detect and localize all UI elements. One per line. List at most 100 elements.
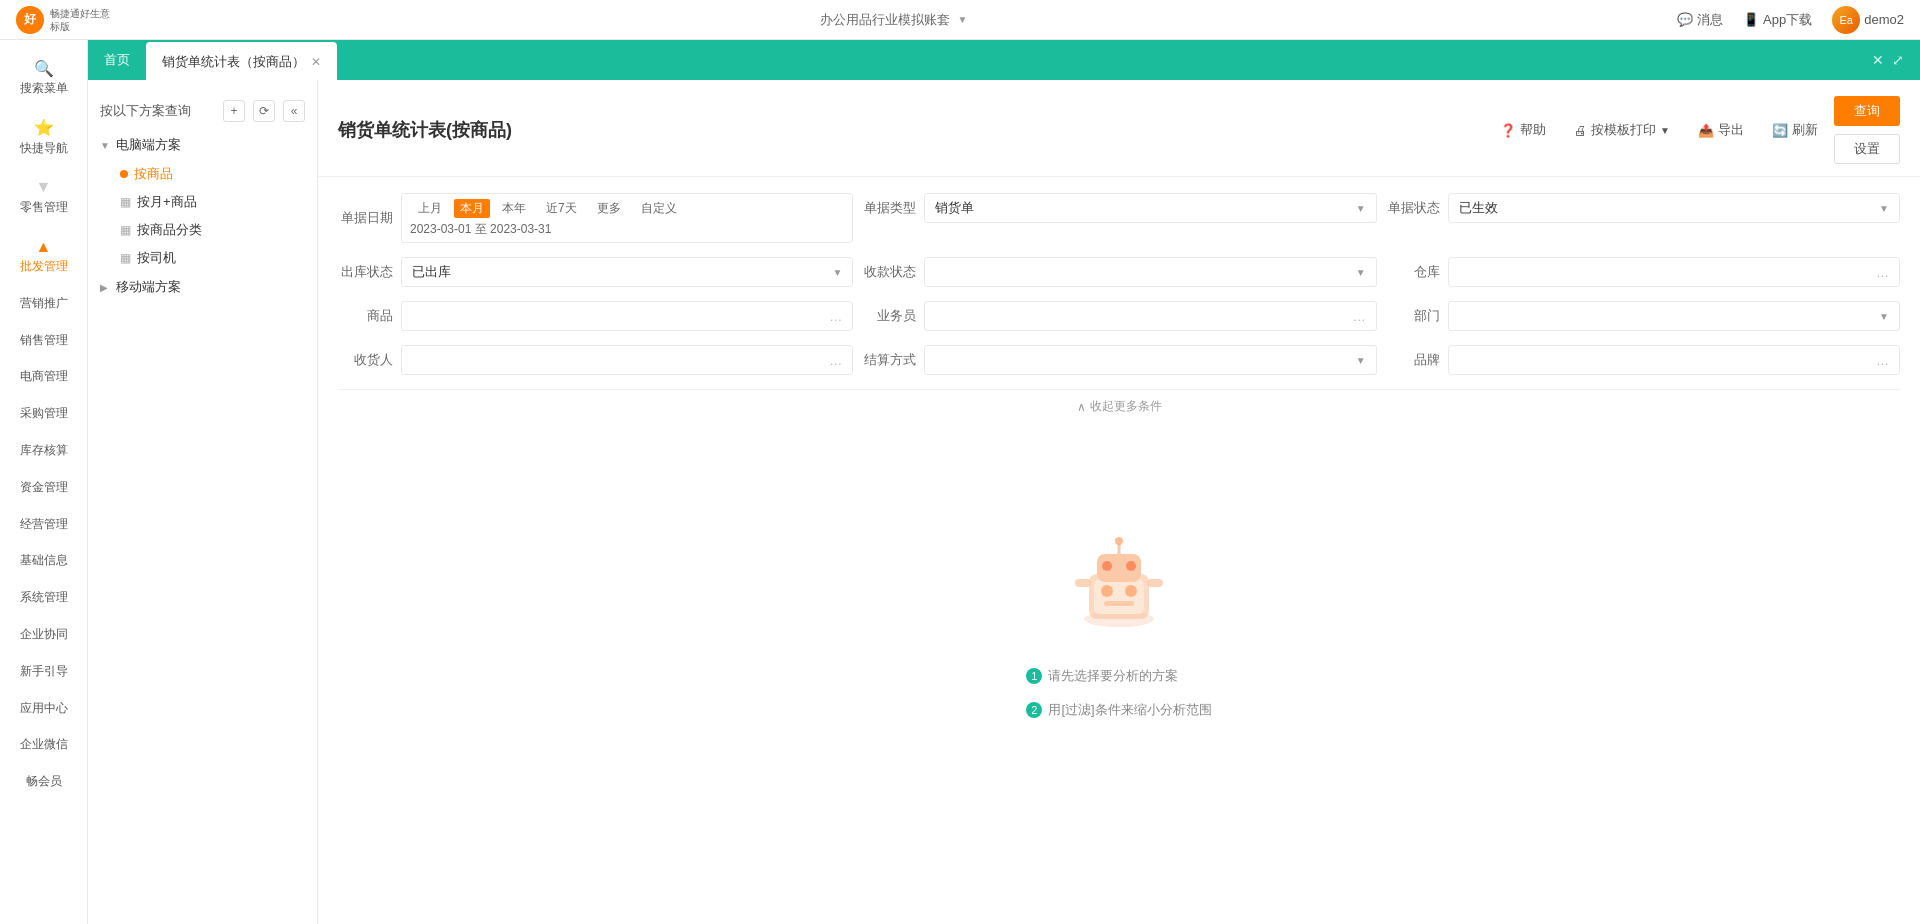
company-dropdown-arrow[interactable]: ▼: [958, 14, 968, 25]
help-btn[interactable]: ❓ 帮助: [1492, 117, 1554, 143]
logo-text: 畅捷通好生意 标版: [50, 7, 110, 33]
warehouse-field: 仓库 …: [1385, 257, 1900, 287]
svg-point-10: [1115, 537, 1123, 545]
export-icon: 📤: [1698, 123, 1714, 138]
sidebar-item-operation[interactable]: 经营管理: [0, 506, 87, 543]
tree-child-icon-month: ▦: [120, 195, 131, 209]
sidebar-item-guide[interactable]: 新手引导: [0, 653, 87, 690]
tab-sales-report[interactable]: 销货单统计表（按商品） ✕: [146, 42, 337, 82]
sidebar-item-search[interactable]: 🔍 搜索菜单: [0, 48, 87, 107]
warehouse-status-select[interactable]: 已出库 ▼: [401, 257, 853, 287]
sidebar-item-retail[interactable]: ▼ 零售管理: [0, 166, 87, 225]
sidebar-item-basic[interactable]: 基础信息: [0, 542, 87, 579]
tree-child-by-category[interactable]: ▦ 按商品分类: [108, 216, 317, 244]
recipient-input[interactable]: …: [401, 345, 853, 375]
panel-add-btn[interactable]: +: [223, 100, 245, 122]
recipient-dots[interactable]: …: [829, 353, 842, 368]
payment-method-select[interactable]: ▼: [924, 345, 1376, 375]
warehouse-input[interactable]: …: [1448, 257, 1900, 287]
panel-tools: + ⟳ «: [223, 100, 305, 122]
sidebar-item-marketing[interactable]: 营销推广: [0, 285, 87, 322]
tab-close-icon[interactable]: ✕: [311, 55, 321, 69]
payment-status-label: 收款状态: [861, 263, 916, 281]
sidebar-item-nav[interactable]: ⭐ 快捷导航: [0, 107, 87, 166]
doc-type-select[interactable]: 销货单 ▼: [924, 193, 1376, 223]
settings-button[interactable]: 设置: [1834, 134, 1900, 164]
export-btn[interactable]: 📤 导出: [1690, 117, 1752, 143]
user-menu[interactable]: Ea demo2: [1832, 6, 1904, 34]
sidebar-item-purchase[interactable]: 采购管理: [0, 395, 87, 432]
refresh-btn[interactable]: 🔄 刷新: [1764, 117, 1826, 143]
logo-area: 好 畅捷通好生意 标版: [16, 6, 110, 34]
download-btn[interactable]: 📱 App下载: [1743, 11, 1812, 29]
doc-type-field: 单据类型 销货单 ▼: [861, 193, 1376, 223]
warehouse-dots[interactable]: …: [1876, 265, 1889, 280]
date-tab-this-month[interactable]: 本月: [454, 199, 490, 218]
page-title: 销货单统计表(按商品): [338, 118, 512, 142]
doc-status-value: 已生效: [1459, 199, 1498, 217]
print-btn[interactable]: 🖨 按模板打印 ▼: [1566, 117, 1678, 143]
tab-home[interactable]: 首页: [88, 40, 146, 80]
salesperson-dots[interactable]: …: [1353, 309, 1366, 324]
panel-collapse-btn[interactable]: «: [283, 100, 305, 122]
sidebar-item-cooperation[interactable]: 企业协同: [0, 616, 87, 653]
sidebar-item-sales[interactable]: 销售管理: [0, 322, 87, 359]
department-field: 部门 ▼: [1385, 301, 1900, 331]
date-tab-this-year[interactable]: 本年: [494, 198, 534, 219]
message-btn[interactable]: 💬 消息: [1677, 11, 1723, 29]
goods-input[interactable]: …: [401, 301, 853, 331]
svg-rect-2: [1094, 579, 1144, 614]
sidebar-item-finance[interactable]: 资金管理: [0, 469, 87, 506]
tree-children: 按商品 ▦ 按月+商品 ▦ 按商品分类 ▦ 按司机: [88, 160, 317, 272]
tree-dot-icon: [120, 170, 128, 178]
tree-item-pc[interactable]: ▼ 电脑端方案: [88, 130, 317, 160]
sidebar-item-wholesale[interactable]: ▲ 批发管理: [0, 226, 87, 285]
salesperson-label: 业务员: [861, 307, 916, 325]
tree-child-by-month[interactable]: ▦ 按月+商品: [108, 188, 317, 216]
topbar-center[interactable]: 办公用品行业模拟账套 ▼: [820, 11, 968, 29]
date-tab-custom[interactable]: 自定义: [633, 198, 685, 219]
brand-input[interactable]: …: [1448, 345, 1900, 375]
tree-item-mobile[interactable]: ▶ 移动端方案: [88, 272, 317, 302]
sidebar-item-wechat[interactable]: 企业微信: [0, 726, 87, 763]
tree-child-icon-driver: ▦: [120, 251, 131, 265]
department-arrow: ▼: [1879, 311, 1889, 322]
sidebar-item-apps[interactable]: 应用中心: [0, 690, 87, 727]
payment-method-field: 结算方式 ▼: [861, 345, 1376, 375]
payment-status-select[interactable]: ▼: [924, 257, 1376, 287]
sidebar-item-inventory[interactable]: 库存核算: [0, 432, 87, 469]
payment-status-arrow: ▼: [1356, 267, 1366, 278]
svg-rect-12: [1147, 579, 1163, 587]
brand-dots[interactable]: …: [1876, 353, 1889, 368]
sidebar-item-system[interactable]: 系统管理: [0, 579, 87, 616]
collapse-bar[interactable]: ∧ 收起更多条件: [338, 389, 1900, 423]
filter-row-3: 商品 … 业务员 …: [338, 301, 1900, 331]
tab-expand-icon[interactable]: ⤢: [1892, 52, 1904, 68]
empty-tips: 1 请先选择要分析的方案 2 用[过滤]条件来缩小分析范围: [1026, 663, 1211, 723]
doc-status-select[interactable]: 已生效 ▼: [1448, 193, 1900, 223]
tree-child-by-goods[interactable]: 按商品: [108, 160, 317, 188]
sidebar-item-ecommerce[interactable]: 电商管理: [0, 358, 87, 395]
topbar-right: 💬 消息 📱 App下载 Ea demo2: [1677, 6, 1904, 34]
tab-minimize-icon[interactable]: ✕: [1872, 52, 1884, 68]
date-tab-more[interactable]: 更多: [589, 198, 629, 219]
department-select[interactable]: ▼: [1448, 301, 1900, 331]
salesperson-input[interactable]: …: [924, 301, 1376, 331]
tree-expand-icon: ▼: [100, 140, 112, 151]
sidebar-item-member[interactable]: 畅会员: [0, 763, 87, 800]
goods-label: 商品: [338, 307, 393, 325]
filter-row-1: 单据日期 上月 本月 本年 近7天 更多 自定义 20: [338, 193, 1900, 243]
date-tab-7days[interactable]: 近7天: [538, 198, 585, 219]
tip-num-1: 1: [1026, 668, 1042, 684]
filter-row-4: 收货人 … 结算方式 ▼: [338, 345, 1900, 375]
date-tab-last-month[interactable]: 上月: [410, 198, 450, 219]
main-layout: 🔍 搜索菜单 ⭐ 快捷导航 ▼ 零售管理 ▲ 批发管理 营销推广 销售管理 电商…: [0, 40, 1920, 924]
tree-child-icon-category: ▦: [120, 223, 131, 237]
tree-child-by-driver[interactable]: ▦ 按司机: [108, 244, 317, 272]
left-filter-panel: 按以下方案查询 + ⟳ « ▼ 电脑端方案: [88, 80, 318, 924]
goods-dots[interactable]: …: [829, 309, 842, 324]
panel-refresh-btn[interactable]: ⟳: [253, 100, 275, 122]
tab-bar: 首页 销货单统计表（按商品） ✕ ✕ ⤢: [88, 40, 1920, 80]
query-button[interactable]: 查询: [1834, 96, 1900, 126]
goods-field: 商品 …: [338, 301, 853, 331]
